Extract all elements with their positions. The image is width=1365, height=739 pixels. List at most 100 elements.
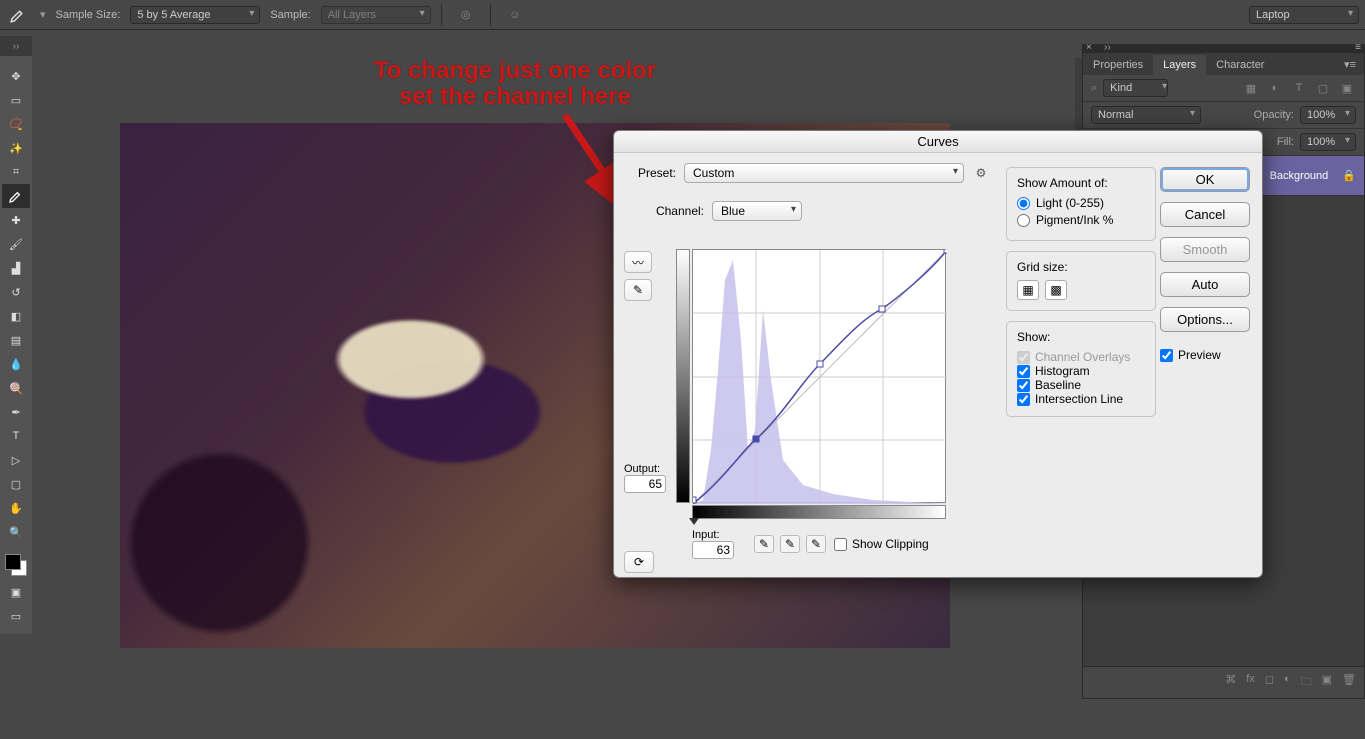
preset-menu-icon[interactable]: ⚙ bbox=[972, 164, 990, 182]
magic-wand-tool-icon[interactable]: ✨ bbox=[2, 136, 30, 160]
link-layers-icon[interactable]: ⌘ bbox=[1225, 673, 1236, 692]
tab-layers[interactable]: Layers bbox=[1153, 55, 1206, 75]
show-amount-group: Show Amount of: Light (0-255) Pigment/In… bbox=[1006, 167, 1156, 241]
path-select-tool-icon[interactable]: ▷ bbox=[2, 448, 30, 472]
healing-brush-tool-icon[interactable]: ✚ bbox=[2, 208, 30, 232]
marquee-tool-icon[interactable]: ▭ bbox=[2, 88, 30, 112]
black-eyedropper-icon[interactable]: ✎ bbox=[754, 535, 774, 553]
smiley-icon[interactable]: ☺ bbox=[501, 3, 529, 27]
move-tool-icon[interactable]: ✥ bbox=[2, 64, 30, 88]
curve-point[interactable] bbox=[879, 306, 885, 312]
pigment-radio[interactable]: Pigment/Ink % bbox=[1017, 213, 1145, 227]
workspace-select[interactable]: Laptop bbox=[1249, 6, 1359, 24]
grid-fine-icon[interactable]: ▩ bbox=[1045, 280, 1067, 300]
input-gradient[interactable] bbox=[692, 505, 946, 519]
rectangle-tool-icon[interactable]: ▢ bbox=[2, 472, 30, 496]
layer-fx-icon[interactable]: fx bbox=[1246, 673, 1255, 692]
opacity-label: Opacity: bbox=[1254, 109, 1294, 121]
show-clipping-checkbox[interactable]: Show Clipping bbox=[834, 537, 929, 551]
filter-type-icon[interactable]: T bbox=[1290, 80, 1308, 96]
divider bbox=[441, 4, 442, 26]
options-bar: ▾ Sample Size: 5 by 5 Average Sample: Al… bbox=[0, 0, 1365, 30]
blend-mode-select[interactable]: Normal bbox=[1091, 106, 1201, 124]
dialog-title: Curves bbox=[614, 131, 1262, 153]
sample-size-select[interactable]: 5 by 5 Average bbox=[130, 6, 260, 24]
opacity-select[interactable]: 100% bbox=[1300, 106, 1356, 124]
collapse-icon[interactable]: ›› bbox=[1104, 42, 1111, 53]
preset-label: Preset: bbox=[632, 166, 676, 180]
pen-tool-icon[interactable]: ✒ bbox=[2, 400, 30, 424]
grid-coarse-icon[interactable]: ▦ bbox=[1017, 280, 1039, 300]
screen-mode-icon[interactable]: ▭ bbox=[2, 604, 30, 628]
curves-dialog: Curves Preset: Custom ⚙ Channel: Blue bbox=[613, 130, 1263, 578]
tab-properties[interactable]: Properties bbox=[1083, 55, 1153, 75]
chevron-down-icon[interactable]: ▾ bbox=[40, 8, 46, 21]
trash-icon[interactable]: 🗑 bbox=[1342, 673, 1356, 692]
histogram-checkbox[interactable]: Histogram bbox=[1017, 364, 1145, 378]
adjustment-layer-icon[interactable]: ◐ bbox=[1284, 673, 1291, 692]
blur-tool-icon[interactable]: 💧 bbox=[2, 352, 30, 376]
curve-point[interactable] bbox=[693, 497, 696, 503]
curve-point[interactable] bbox=[944, 250, 947, 253]
fill-select[interactable]: 100% bbox=[1300, 133, 1356, 151]
dodge-tool-icon[interactable]: 🍭 bbox=[2, 376, 30, 400]
preview-checkbox[interactable]: Preview bbox=[1160, 348, 1250, 362]
quick-mask-icon[interactable]: ▣ bbox=[2, 580, 30, 604]
show-sampling-ring-icon[interactable]: ◎ bbox=[452, 3, 480, 27]
light-radio[interactable]: Light (0-255) bbox=[1017, 196, 1145, 210]
eyedropper-group: ✎ ✎ ✎ bbox=[754, 535, 826, 553]
channel-label: Channel: bbox=[648, 204, 704, 218]
layer-mask-icon[interactable]: ◻ bbox=[1265, 673, 1274, 692]
panel-menu-icon[interactable]: ≡ bbox=[1355, 42, 1361, 53]
divider bbox=[490, 4, 491, 26]
panel-header: × ›› ≡ bbox=[1082, 44, 1365, 52]
sample-size-label: Sample Size: bbox=[56, 9, 121, 21]
ok-button[interactable]: OK bbox=[1160, 167, 1250, 192]
options-button[interactable]: Options... bbox=[1160, 307, 1250, 332]
clone-stamp-tool-icon[interactable]: ▟ bbox=[2, 256, 30, 280]
pencil-mode-icon[interactable]: ✎ bbox=[624, 279, 652, 301]
preset-select[interactable]: Custom bbox=[684, 163, 964, 183]
filter-adjust-icon[interactable]: ◐ bbox=[1266, 80, 1284, 96]
filter-pixel-icon[interactable]: ▦ bbox=[1242, 80, 1260, 96]
brush-tool-icon[interactable]: 🖌 bbox=[2, 232, 30, 256]
auto-button[interactable]: Auto bbox=[1160, 272, 1250, 297]
input-input[interactable] bbox=[692, 541, 734, 559]
input-label: Input: bbox=[692, 529, 734, 541]
output-input[interactable] bbox=[624, 475, 666, 493]
zoom-tool-icon[interactable]: 🔍 bbox=[2, 520, 30, 544]
target-adjust-icon[interactable]: ⟳ bbox=[624, 551, 654, 573]
curve-point-selected[interactable] bbox=[753, 436, 759, 442]
panel-collapse-icon[interactable]: ›› bbox=[0, 36, 32, 56]
group-icon[interactable]: 🗀 bbox=[1301, 673, 1312, 692]
curve-mode-icon[interactable]: 〰 bbox=[624, 251, 652, 273]
tab-character[interactable]: Character bbox=[1206, 55, 1274, 75]
eraser-tool-icon[interactable]: ◧ bbox=[2, 304, 30, 328]
gray-eyedropper-icon[interactable]: ✎ bbox=[780, 535, 800, 553]
crop-tool-icon[interactable]: ⌗ bbox=[2, 160, 30, 184]
intersection-checkbox[interactable]: Intersection Line bbox=[1017, 392, 1145, 406]
hand-tool-icon[interactable]: ✋ bbox=[2, 496, 30, 520]
search-icon: ⌕ bbox=[1091, 82, 1097, 95]
gradient-tool-icon[interactable]: ▤ bbox=[2, 328, 30, 352]
filter-kind-select[interactable]: Kind bbox=[1103, 79, 1168, 97]
curve-point[interactable] bbox=[817, 361, 823, 367]
fill-label: Fill: bbox=[1277, 136, 1294, 148]
type-tool-icon[interactable]: T bbox=[2, 424, 30, 448]
channel-select[interactable]: Blue bbox=[712, 201, 802, 221]
color-swatches[interactable] bbox=[2, 550, 30, 580]
curves-graph[interactable] bbox=[692, 249, 946, 503]
close-icon[interactable]: × bbox=[1086, 42, 1092, 53]
white-eyedropper-icon[interactable]: ✎ bbox=[806, 535, 826, 553]
cancel-button[interactable]: Cancel bbox=[1160, 202, 1250, 227]
filter-smart-icon[interactable]: ▣ bbox=[1338, 80, 1356, 96]
new-layer-icon[interactable]: ▣ bbox=[1322, 673, 1332, 692]
eyedropper-tool-icon bbox=[6, 3, 30, 27]
filter-shape-icon[interactable]: ▢ bbox=[1314, 80, 1332, 96]
eyedropper-tool-icon[interactable] bbox=[2, 184, 30, 208]
history-brush-tool-icon[interactable]: ↺ bbox=[2, 280, 30, 304]
black-point-slider[interactable] bbox=[689, 518, 699, 525]
baseline-checkbox[interactable]: Baseline bbox=[1017, 378, 1145, 392]
lasso-tool-icon[interactable]: 📿 bbox=[2, 112, 30, 136]
panel-menu-icon[interactable]: ▾≡ bbox=[1336, 54, 1364, 75]
